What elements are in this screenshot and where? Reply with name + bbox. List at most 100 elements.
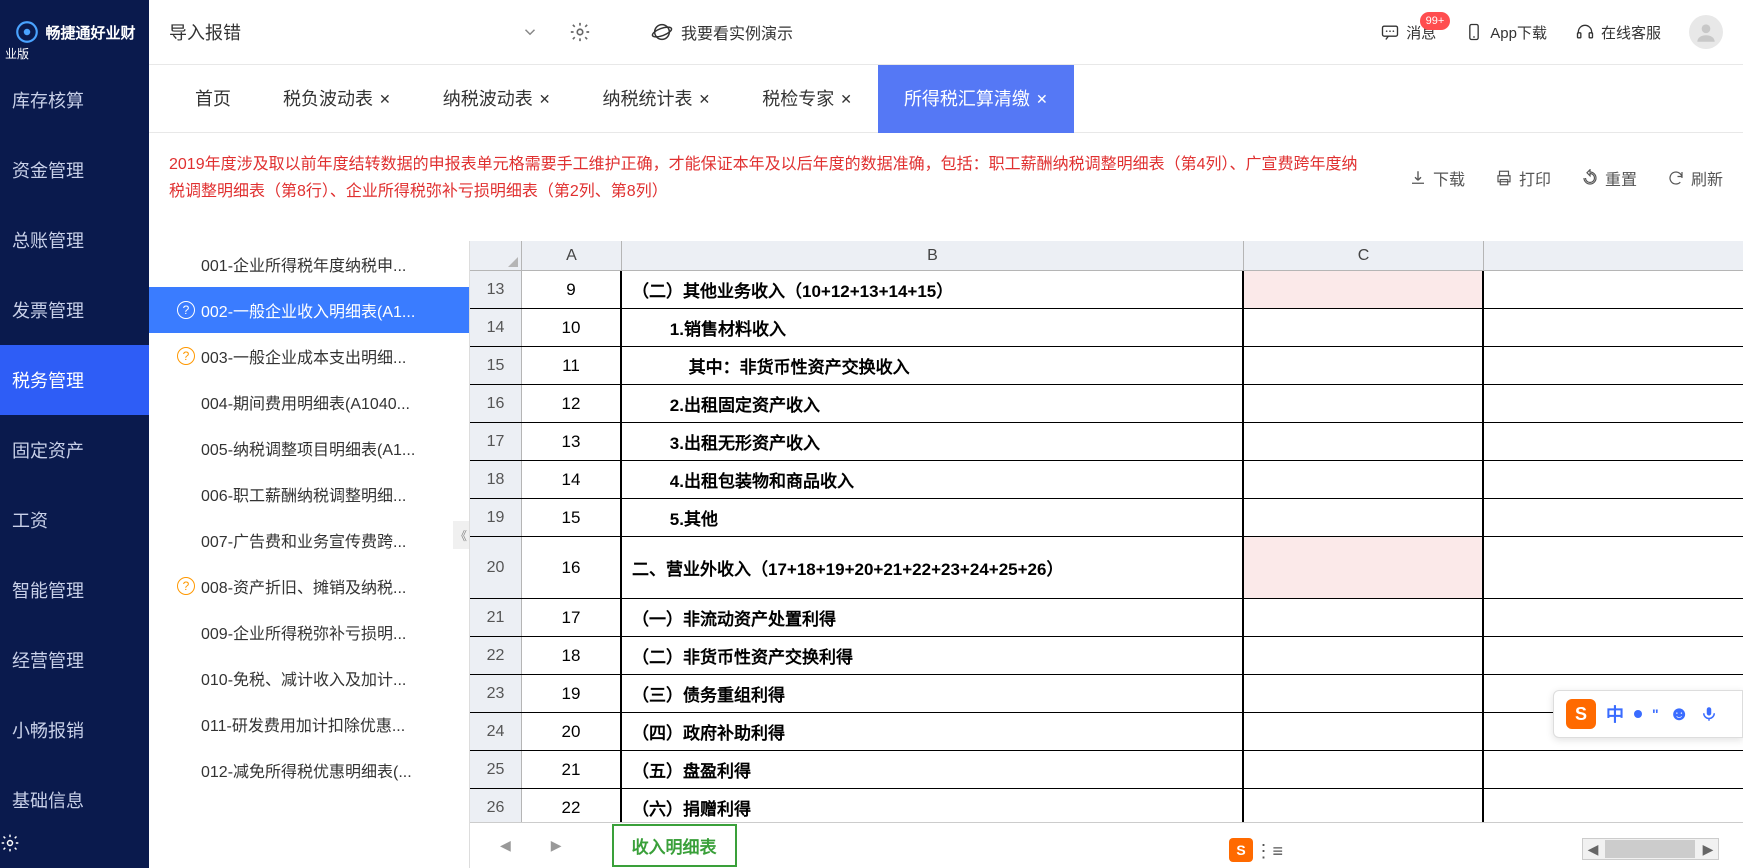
cell-c[interactable] (1244, 499, 1484, 536)
ime-face-icon[interactable]: ☻ (1669, 703, 1690, 726)
cell-b[interactable]: 1.销售材料收入 (622, 309, 1244, 346)
cell-a[interactable]: 14 (522, 461, 622, 498)
tab-tax-stats[interactable]: 纳税统计表✕ (576, 65, 736, 133)
cell-c[interactable] (1244, 713, 1484, 750)
tree-item[interactable]: 011-研发费用加计扣除优惠... (149, 701, 469, 747)
col-header-b[interactable]: B (622, 241, 1244, 270)
ime-mini-menu-icon[interactable]: ⋮≡ (1254, 841, 1283, 862)
scroll-right-icon[interactable]: ▶ (1698, 841, 1718, 858)
sidebar-item-assets[interactable]: 固定资产 (0, 415, 149, 485)
row-number[interactable]: 14 (470, 309, 522, 346)
cell-a[interactable]: 11 (522, 347, 622, 384)
ime-widget[interactable]: S 中 " ☻ (1553, 690, 1743, 738)
tree-item[interactable]: 001-企业所得税年度纳税申... (149, 241, 469, 287)
cell-c[interactable] (1244, 347, 1484, 384)
row-number[interactable]: 24 (470, 713, 522, 750)
tree-item[interactable]: 007-广告费和业务宣传费跨... (149, 517, 469, 563)
row-number[interactable]: 21 (470, 599, 522, 636)
cell-c[interactable] (1244, 789, 1484, 822)
cell-b[interactable]: （三）债务重组利得 (622, 675, 1244, 712)
tree-item[interactable]: ?002-一般企业收入明细表(A1... (149, 287, 469, 333)
cell-b[interactable]: （五）盘盈利得 (622, 751, 1244, 788)
print-button[interactable]: 打印 (1495, 166, 1551, 190)
cell-c[interactable] (1244, 599, 1484, 636)
sidebar-item-invoice[interactable]: 发票管理 (0, 275, 149, 345)
sidebar-item-salary[interactable]: 工资 (0, 485, 149, 555)
tree-item[interactable]: ?008-资产折旧、摊销及纳税... (149, 563, 469, 609)
cell-c[interactable] (1244, 537, 1484, 598)
cell-c[interactable] (1244, 675, 1484, 712)
tree-item[interactable]: 006-职工薪酬纳税调整明细... (149, 471, 469, 517)
cell-a[interactable]: 21 (522, 751, 622, 788)
tab-income-tax[interactable]: 所得税汇算清缴✕ (878, 65, 1074, 133)
cell-b[interactable]: （六）捐赠利得 (622, 789, 1244, 822)
row-number[interactable]: 26 (470, 789, 522, 822)
cell-a[interactable]: 9 (522, 271, 622, 308)
cell-b[interactable]: 二、营业外收入（17+18+19+20+21+22+23+24+25+26） (622, 537, 1244, 598)
col-header-c[interactable]: C (1244, 241, 1484, 270)
scroll-thumb[interactable] (1605, 840, 1695, 858)
sheet-corner[interactable] (470, 241, 522, 270)
close-icon[interactable]: ✕ (840, 65, 852, 133)
cell-b[interactable]: 4.出租包装物和商品收入 (622, 461, 1244, 498)
tab-tax-expert[interactable]: 税检专家✕ (736, 65, 878, 133)
row-number[interactable]: 22 (470, 637, 522, 674)
cell-c[interactable] (1244, 637, 1484, 674)
cell-a[interactable]: 22 (522, 789, 622, 822)
sidebar-item-inventory[interactable]: 库存核算 (0, 65, 149, 135)
cell-a[interactable]: 15 (522, 499, 622, 536)
cell-c[interactable] (1244, 309, 1484, 346)
cell-c[interactable] (1244, 751, 1484, 788)
tree-item[interactable]: 010-免税、减计收入及加计... (149, 655, 469, 701)
close-icon[interactable]: ✕ (539, 65, 551, 133)
row-number[interactable]: 19 (470, 499, 522, 536)
cell-a[interactable]: 20 (522, 713, 622, 750)
download-button[interactable]: 下载 (1409, 166, 1465, 190)
sidebar-item-expense[interactable]: 小畅报销 (0, 695, 149, 765)
row-number[interactable]: 15 (470, 347, 522, 384)
messages-button[interactable]: 消息 99+ (1380, 22, 1436, 43)
sidebar-item-smart[interactable]: 智能管理 (0, 555, 149, 625)
scroll-left-icon[interactable]: ◀ (1583, 841, 1603, 858)
tab-tax-burden[interactable]: 税负波动表✕ (257, 65, 417, 133)
sidebar-settings-icon[interactable] (0, 833, 149, 853)
ime-mic-icon[interactable] (1700, 705, 1718, 723)
cell-a[interactable]: 16 (522, 537, 622, 598)
tree-item[interactable]: ?003-一般企业成本支出明细... (149, 333, 469, 379)
sheet-prev-icon[interactable]: ◀ (500, 837, 511, 854)
cell-b[interactable]: （二）非货币性资产交换利得 (622, 637, 1244, 674)
tab-tax-payment[interactable]: 纳税波动表✕ (417, 65, 577, 133)
sidebar-item-ledger[interactable]: 总账管理 (0, 205, 149, 275)
ime-mini-icon[interactable]: S (1229, 838, 1253, 862)
cell-a[interactable]: 19 (522, 675, 622, 712)
cell-a[interactable]: 12 (522, 385, 622, 422)
sidebar-item-base[interactable]: 基础信息 (0, 765, 149, 835)
horizontal-scrollbar[interactable]: ◀ ▶ (1582, 838, 1719, 860)
cell-a[interactable]: 18 (522, 637, 622, 674)
tree-item[interactable]: 012-减免所得税优惠明细表(... (149, 747, 469, 793)
close-icon[interactable]: ✕ (1036, 65, 1048, 133)
cell-b[interactable]: 3.出租无形资产收入 (622, 423, 1244, 460)
row-number[interactable]: 20 (470, 537, 522, 598)
cell-b[interactable]: 5.其他 (622, 499, 1244, 536)
close-icon[interactable]: ✕ (379, 65, 391, 133)
cell-b[interactable]: （一）非流动资产处置利得 (622, 599, 1244, 636)
sheet-tab[interactable]: 收入明细表 (612, 824, 737, 867)
row-number[interactable]: 18 (470, 461, 522, 498)
cell-c[interactable] (1244, 461, 1484, 498)
cell-b[interactable]: 其中：非货币性资产交换收入 (622, 347, 1244, 384)
sidebar-item-funds[interactable]: 资金管理 (0, 135, 149, 205)
cell-b[interactable]: （二）其他业务收入（10+12+13+14+15） (622, 271, 1244, 308)
avatar[interactable] (1689, 15, 1723, 49)
demo-link[interactable]: 我要看实例演示 (651, 20, 793, 44)
refresh-button[interactable]: 刷新 (1667, 166, 1723, 190)
row-number[interactable]: 23 (470, 675, 522, 712)
online-service-button[interactable]: 在线客服 (1575, 22, 1661, 43)
row-number[interactable]: 16 (470, 385, 522, 422)
cell-a[interactable]: 13 (522, 423, 622, 460)
tab-home[interactable]: 首页 (169, 65, 257, 133)
cell-a[interactable]: 17 (522, 599, 622, 636)
collapse-handle[interactable]: 《 (453, 521, 469, 549)
col-header-a[interactable]: A (522, 241, 622, 270)
cell-c[interactable] (1244, 271, 1484, 308)
